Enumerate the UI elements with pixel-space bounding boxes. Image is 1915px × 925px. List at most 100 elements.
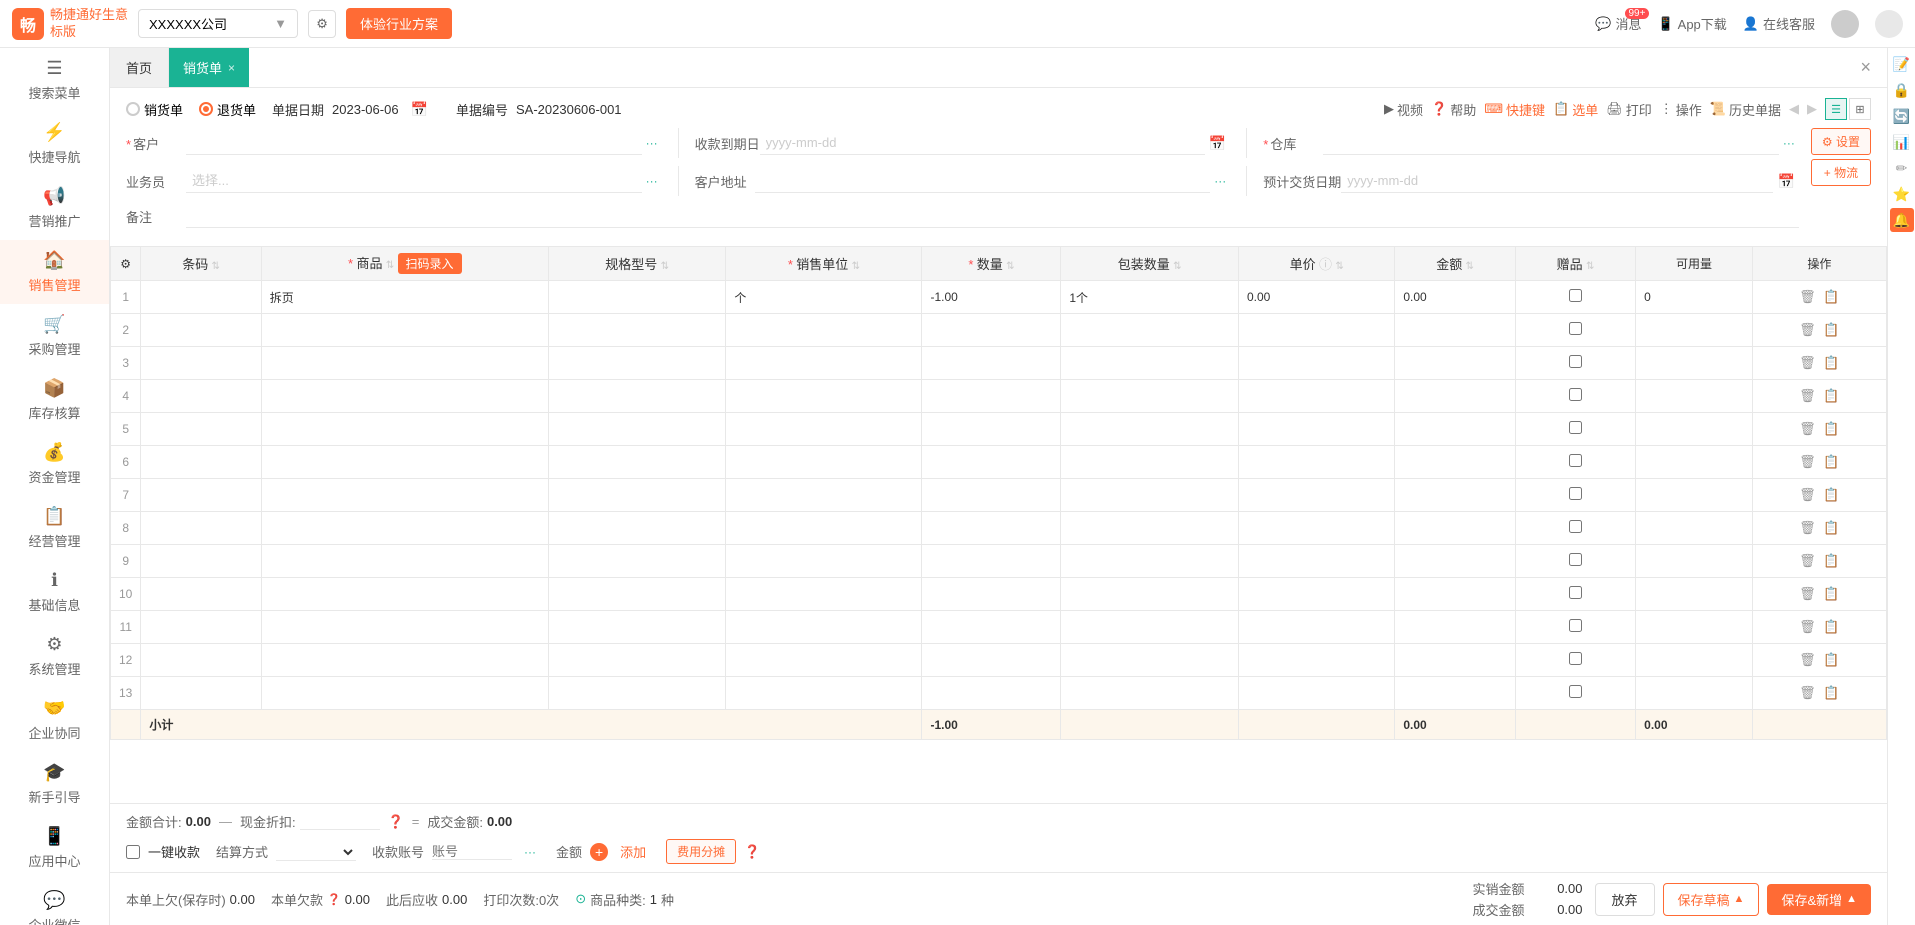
cell-amount[interactable]: 0.00 <box>1395 281 1515 314</box>
copy-row-btn-6[interactable]: 📋 <box>1821 452 1841 472</box>
address-more-icon[interactable]: ··· <box>1210 174 1230 188</box>
delete-row-btn-9[interactable]: 🗑 <box>1797 551 1817 571</box>
cell-spec[interactable] <box>548 281 726 314</box>
video-button[interactable]: ▶ 视频 <box>1384 100 1423 119</box>
delete-row-btn-5[interactable]: 🗑 <box>1797 419 1817 439</box>
sort-product[interactable]: ⇅ <box>386 260 394 271</box>
history-button[interactable]: 📜 历史单据 <box>1710 100 1781 119</box>
right-btn-6[interactable]: ⭐ <box>1890 182 1914 206</box>
copy-row-btn-13[interactable]: 📋 <box>1821 683 1841 703</box>
cell-unit[interactable]: 个 <box>726 281 922 314</box>
copy-row-btn-5[interactable]: 📋 <box>1821 419 1841 439</box>
sidebar-item-finance[interactable]: 💰 资金管理 <box>0 432 109 496</box>
cell-price[interactable]: 0.00 <box>1238 281 1394 314</box>
view-list-btn[interactable]: ☰ <box>1825 98 1847 120</box>
one-click-checkbox[interactable] <box>126 845 140 859</box>
fee-split-button[interactable]: 费用分摊 <box>666 839 736 864</box>
copy-row-btn-12[interactable]: 📋 <box>1821 650 1841 670</box>
sidebar-item-app[interactable]: 📱 应用中心 <box>0 816 109 880</box>
fee-help-icon[interactable]: ❓ <box>744 844 760 860</box>
right-btn-1[interactable]: 📝 <box>1890 52 1914 76</box>
tab-close-icon[interactable]: × <box>228 61 235 75</box>
copy-row-btn-11[interactable]: 📋 <box>1821 617 1841 637</box>
gift-checkbox-8[interactable] <box>1569 520 1582 533</box>
cash-discount-input[interactable] <box>300 814 380 830</box>
cell-product[interactable]: 拆页 <box>261 281 548 314</box>
online-support-button[interactable]: 👤 在线客服 <box>1743 14 1815 33</box>
tab-home[interactable]: 首页 <box>110 48 169 87</box>
gift-checkbox-9[interactable] <box>1569 553 1582 566</box>
customer-input[interactable] <box>186 131 642 155</box>
copy-row-btn-7[interactable]: 📋 <box>1821 485 1841 505</box>
delete-row-btn-7[interactable]: 🗑 <box>1797 485 1817 505</box>
product-type-icon[interactable]: ⊙ <box>575 891 586 907</box>
cell-barcode[interactable] <box>141 281 261 314</box>
cell-pkg-qty[interactable]: 1个 <box>1061 281 1239 314</box>
sidebar-item-enterprise[interactable]: 🤝 企业协同 <box>0 688 109 752</box>
save-new-button[interactable]: 保存&新增 ▲ <box>1767 884 1871 915</box>
logistics-btn[interactable]: + 物流 <box>1811 159 1871 186</box>
due-help-icon[interactable]: ❓ <box>327 893 341 906</box>
scan-button[interactable]: 扫码录入 <box>398 253 462 274</box>
nav-prev-icon[interactable]: ◀ <box>1789 101 1799 117</box>
copy-row-btn-3[interactable]: 📋 <box>1821 353 1841 373</box>
salesman-more-icon[interactable]: ··· <box>642 174 662 188</box>
account-more-icon[interactable]: ··· <box>520 845 540 859</box>
calendar-icon-2[interactable]: 📅 <box>1205 135 1230 152</box>
discard-button[interactable]: 放弃 <box>1595 883 1655 916</box>
message-button[interactable]: 💬 消息 99+ <box>1595 14 1641 33</box>
right-btn-5[interactable]: ✏ <box>1890 156 1914 180</box>
gift-checkbox-11[interactable] <box>1569 619 1582 632</box>
warehouse-more-icon[interactable]: ··· <box>1779 136 1799 150</box>
delete-row-btn-6[interactable]: 🗑 <box>1797 452 1817 472</box>
settings-button[interactable]: ⚙ <box>308 10 336 38</box>
copy-row-btn-4[interactable]: 📋 <box>1821 386 1841 406</box>
gift-checkbox-10[interactable] <box>1569 586 1582 599</box>
sort-amount[interactable]: ⇅ <box>1466 261 1474 272</box>
calendar-icon-3[interactable]: 📅 <box>1773 173 1798 190</box>
save-draft-button[interactable]: 保存草稿 ▲ <box>1663 883 1760 916</box>
operation-button[interactable]: ⋮ 操作 <box>1660 100 1702 119</box>
col-settings[interactable]: ⚙ <box>111 247 141 281</box>
sidebar-item-quick-nav[interactable]: ⚡ 快捷导航 <box>0 112 109 176</box>
copy-row-btn-8[interactable]: 📋 <box>1821 518 1841 538</box>
account-input[interactable] <box>432 844 512 860</box>
gift-checkbox[interactable] <box>1569 289 1582 302</box>
expected-date-input[interactable] <box>1341 169 1773 193</box>
delete-row-btn-10[interactable]: 🗑 <box>1797 584 1817 604</box>
gift-checkbox-5[interactable] <box>1569 421 1582 434</box>
sort-spec[interactable]: ⇅ <box>661 261 669 272</box>
sidebar-item-search[interactable]: ☰ 搜索菜单 <box>0 48 109 112</box>
gift-checkbox-7[interactable] <box>1569 487 1582 500</box>
settings-btn[interactable]: ⚙ 设置 <box>1811 128 1871 155</box>
right-btn-3[interactable]: 🔄 <box>1890 104 1914 128</box>
gift-checkbox-6[interactable] <box>1569 454 1582 467</box>
sidebar-item-sales[interactable]: 🏠 销售管理 <box>0 240 109 304</box>
customer-more-icon[interactable]: ··· <box>642 136 662 150</box>
avatar-2[interactable] <box>1875 10 1903 38</box>
sort-gift[interactable]: ⇅ <box>1586 261 1594 272</box>
right-btn-2[interactable]: 🔒 <box>1890 78 1914 102</box>
radio-sales-order[interactable]: 销货单 <box>126 100 183 119</box>
select-button[interactable]: 📋 选单 <box>1553 100 1598 119</box>
app-download-button[interactable]: 📱 App下载 <box>1657 14 1726 33</box>
copy-row-btn-2[interactable]: 📋 <box>1821 320 1841 340</box>
calendar-icon[interactable]: 📅 <box>407 101 432 118</box>
shortcut-button[interactable]: ⌨ 快捷键 <box>1484 100 1545 119</box>
copy-row-btn[interactable]: 📋 <box>1821 287 1841 307</box>
view-grid-btn[interactable]: ⊞ <box>1849 98 1871 120</box>
copy-row-btn-10[interactable]: 📋 <box>1821 584 1841 604</box>
gift-checkbox-4[interactable] <box>1569 388 1582 401</box>
cell-qty[interactable]: -1.00 <box>922 281 1061 314</box>
tab-sales-order[interactable]: 销货单 × <box>169 48 249 87</box>
nav-next-icon[interactable]: ▶ <box>1807 101 1817 117</box>
trial-button[interactable]: 体验行业方案 <box>346 8 452 39</box>
delete-row-btn-3[interactable]: 🗑 <box>1797 353 1817 373</box>
avatar[interactable] <box>1831 10 1859 38</box>
notes-input[interactable] <box>186 204 1799 228</box>
right-btn-4[interactable]: 📊 <box>1890 130 1914 154</box>
gift-checkbox-12[interactable] <box>1569 652 1582 665</box>
radio-return-order[interactable]: 退货单 <box>199 100 256 119</box>
delete-row-btn-13[interactable]: 🗑 <box>1797 683 1817 703</box>
sort-qty[interactable]: ⇅ <box>1006 261 1014 272</box>
